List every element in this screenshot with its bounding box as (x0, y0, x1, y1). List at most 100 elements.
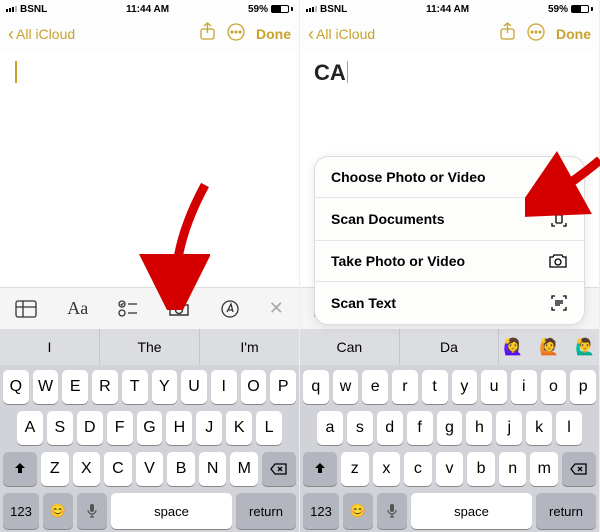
popover-scan-documents[interactable]: Scan Documents (315, 198, 584, 241)
popover-label: Choose Photo or Video (331, 169, 486, 185)
key-m[interactable]: M (230, 452, 258, 486)
key-x[interactable]: X (73, 452, 101, 486)
key-p[interactable]: P (270, 370, 296, 404)
key-y[interactable]: y (452, 370, 478, 404)
space-key[interactable]: space (411, 493, 532, 529)
key-j[interactable]: j (496, 411, 522, 445)
key-h[interactable]: H (166, 411, 192, 445)
key-c[interactable]: C (104, 452, 132, 486)
key-z[interactable]: Z (41, 452, 69, 486)
key-s[interactable]: S (47, 411, 73, 445)
suggestion-2[interactable]: The (100, 329, 200, 365)
emoji-key[interactable]: 😊 (43, 493, 73, 529)
key-w[interactable]: w (333, 370, 359, 404)
key-y[interactable]: Y (152, 370, 178, 404)
suggestion-3[interactable]: I'm (200, 329, 299, 365)
backspace-key[interactable] (562, 452, 596, 486)
key-i[interactable]: i (511, 370, 537, 404)
back-button[interactable]: ‹ All iCloud (308, 25, 375, 43)
return-key[interactable]: return (236, 493, 296, 529)
popover-choose-photo[interactable]: Choose Photo or Video (315, 157, 584, 198)
cursor-icon (15, 61, 17, 83)
key-q[interactable]: q (303, 370, 329, 404)
suggestion-1[interactable]: Can (300, 329, 400, 365)
shift-key[interactable] (3, 452, 37, 486)
signal-icon (6, 6, 17, 12)
done-button[interactable]: Done (556, 26, 591, 42)
key-m[interactable]: m (530, 452, 558, 486)
camera-button[interactable] (168, 300, 190, 318)
suggestion-bar: I The I'm (0, 329, 299, 365)
back-button[interactable]: ‹ All iCloud (8, 25, 75, 43)
key-a[interactable]: A (17, 411, 43, 445)
num-key[interactable]: 123 (3, 493, 39, 529)
key-k[interactable]: K (226, 411, 252, 445)
suggestion-emoji[interactable]: 🙋‍♀️🙋🙋‍♂️ (499, 329, 599, 365)
key-s[interactable]: s (347, 411, 373, 445)
key-j[interactable]: J (196, 411, 222, 445)
key-p[interactable]: p (570, 370, 596, 404)
suggestion-2[interactable]: Da (400, 329, 500, 365)
backspace-key[interactable] (262, 452, 296, 486)
key-g[interactable]: g (437, 411, 463, 445)
note-body[interactable] (0, 50, 299, 287)
key-h[interactable]: h (466, 411, 492, 445)
num-key[interactable]: 123 (303, 493, 339, 529)
shift-key[interactable] (303, 452, 337, 486)
share-icon[interactable] (199, 22, 216, 46)
key-v[interactable]: v (436, 452, 464, 486)
key-b[interactable]: b (467, 452, 495, 486)
key-t[interactable]: T (122, 370, 148, 404)
key-d[interactable]: D (77, 411, 103, 445)
key-b[interactable]: B (167, 452, 195, 486)
key-n[interactable]: N (199, 452, 227, 486)
key-r[interactable]: R (92, 370, 118, 404)
key-x[interactable]: x (373, 452, 401, 486)
key-q[interactable]: Q (3, 370, 29, 404)
return-key[interactable]: return (536, 493, 596, 529)
key-u[interactable]: U (181, 370, 207, 404)
space-key[interactable]: space (111, 493, 232, 529)
text-format-button[interactable]: Aa (67, 298, 88, 319)
popover-take-photo[interactable]: Take Photo or Video (315, 241, 584, 282)
more-icon[interactable] (526, 22, 546, 47)
popover-scan-text[interactable]: Scan Text (315, 282, 584, 324)
key-d[interactable]: d (377, 411, 403, 445)
key-a[interactable]: a (317, 411, 343, 445)
key-r[interactable]: r (392, 370, 418, 404)
more-icon[interactable] (226, 22, 246, 47)
key-l[interactable]: L (256, 411, 282, 445)
key-u[interactable]: u (481, 370, 507, 404)
key-e[interactable]: e (362, 370, 388, 404)
key-w[interactable]: W (33, 370, 59, 404)
key-f[interactable]: F (107, 411, 133, 445)
popover-label: Scan Text (331, 295, 396, 311)
key-v[interactable]: V (136, 452, 164, 486)
done-button[interactable]: Done (256, 26, 291, 42)
close-toolbar-icon[interactable]: ✕ (269, 298, 284, 319)
key-c[interactable]: c (404, 452, 432, 486)
key-e[interactable]: E (62, 370, 88, 404)
key-f[interactable]: f (407, 411, 433, 445)
key-t[interactable]: t (422, 370, 448, 404)
key-g[interactable]: G (137, 411, 163, 445)
popover-label: Scan Documents (331, 211, 445, 227)
note-body[interactable]: CA Choose Photo or Video Scan Documents … (300, 50, 599, 287)
checklist-icon[interactable] (118, 300, 138, 318)
battery-icon (571, 5, 593, 13)
key-z[interactable]: z (341, 452, 369, 486)
mic-key[interactable] (77, 493, 107, 529)
clock-label: 11:44 AM (126, 4, 169, 15)
key-k[interactable]: k (526, 411, 552, 445)
mic-key[interactable] (377, 493, 407, 529)
key-l[interactable]: l (556, 411, 582, 445)
suggestion-1[interactable]: I (0, 329, 100, 365)
table-icon[interactable] (15, 300, 37, 318)
key-i[interactable]: I (211, 370, 237, 404)
key-n[interactable]: n (499, 452, 527, 486)
markup-icon[interactable] (221, 300, 239, 318)
key-o[interactable]: o (541, 370, 567, 404)
key-o[interactable]: O (241, 370, 267, 404)
share-icon[interactable] (499, 22, 516, 46)
emoji-key[interactable]: 😊 (343, 493, 373, 529)
